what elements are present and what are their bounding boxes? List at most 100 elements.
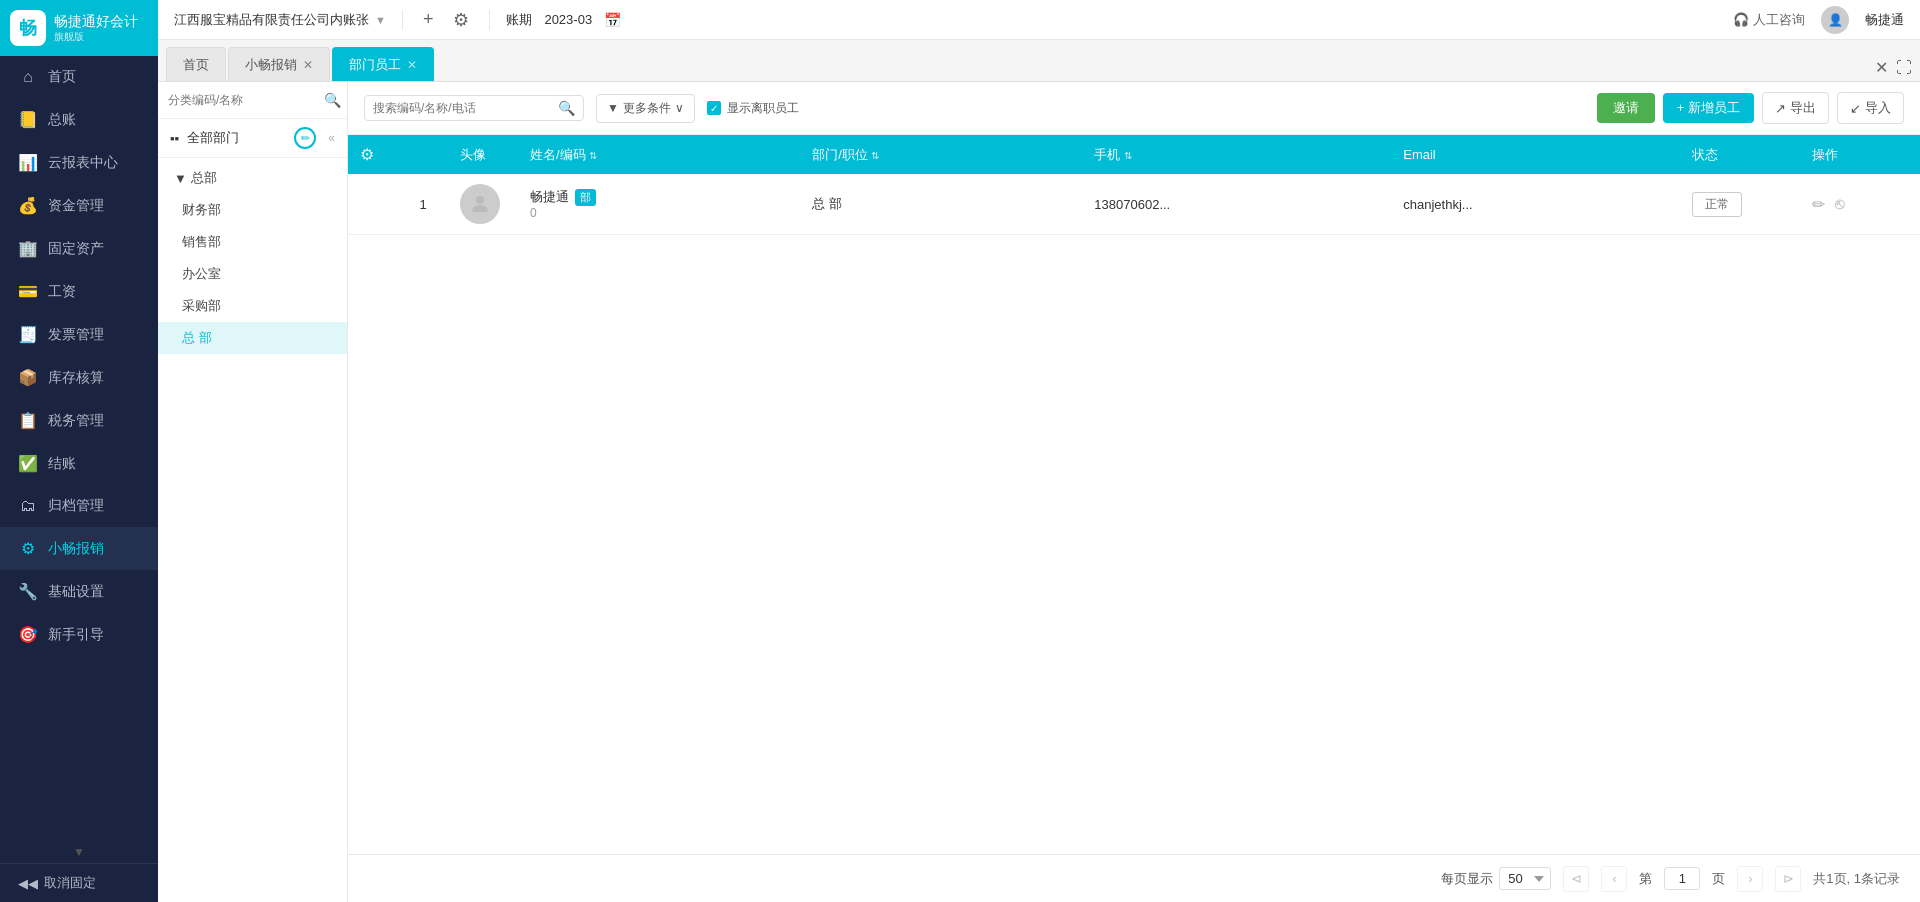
th-name[interactable]: 姓名/编码 ⇅ [518,135,800,174]
sidebar-item-capital[interactable]: 💰 资金管理 [0,184,158,227]
unpin-button[interactable]: ◀◀ 取消固定 [0,863,158,902]
sidebar-item-reports[interactable]: 📊 云报表中心 [0,141,158,184]
company-selector[interactable]: 江西服宝精品有限责任公司内账张 ▼ [174,11,386,29]
collapse-icon[interactable]: « [328,131,335,145]
export-label: 导出 [1790,99,1816,117]
sidebar-item-salary[interactable]: 💳 工资 [0,270,158,313]
dept-search-input[interactable] [168,93,318,107]
settings-button[interactable]: ⚙ [449,7,473,33]
import-icon: ↙ [1850,101,1861,116]
sidebar-item-label: 新手引导 [48,626,104,644]
th-gear: ⚙ [348,135,398,174]
sidebar-item-guide[interactable]: 🎯 新手引导 [0,613,158,656]
dept-edit-button[interactable]: ✏ [294,127,316,149]
sidebar-item-ledger[interactable]: 📒 总账 [0,98,158,141]
sidebar-item-label: 基础设置 [48,583,104,601]
more-conditions-button[interactable]: ▼ 更多条件 ∨ [596,94,695,123]
dept-tree-item-purchase[interactable]: 采购部 [158,290,347,322]
support-label: 人工咨询 [1753,11,1805,29]
dept-panel: 🔍 ▪▪ 全部部门 ✏ « ▼ 总部 财务部 销售部 办公室 采购部 总 部 [158,82,348,902]
logout-employee-button[interactable]: ⎋ [1835,195,1845,213]
close-all-button[interactable]: ✕ [1875,58,1888,77]
sidebar-logo: 畅 畅捷通好会计 旗舰版 [0,0,158,56]
page-prev-button[interactable]: ‹ [1601,866,1627,892]
column-settings-icon[interactable]: ⚙ [360,146,374,163]
td-index: 1 [398,174,448,235]
sort-icon: ⇅ [589,150,597,161]
per-page-select[interactable]: 50 10 20 100 [1499,867,1551,890]
show-resigned-wrap: ✓ 显示离职员工 [707,100,799,117]
sidebar: 畅 畅捷通好会计 旗舰版 ⌂ 首页 📒 总账 📊 云报表中心 💰 资金管理 🏢 … [0,0,158,902]
filter-bar: 🔍 ▼ 更多条件 ∨ ✓ 显示离职员工 邀请 + 新增员工 ↗ 导出 [348,82,1920,135]
show-resigned-checkbox[interactable]: ✓ [707,101,721,115]
employee-table-container: ⚙ 头像 姓名/编码 ⇅ 部门/职位 ⇅ [348,135,1920,854]
th-avatar: 头像 [448,135,518,174]
sidebar-item-assets[interactable]: 🏢 固定资产 [0,227,158,270]
edit-employee-button[interactable]: ✏ [1812,195,1825,214]
expense-icon: ⚙ [18,539,38,558]
dept-tree-parent-general[interactable]: ▼ 总部 [158,162,347,194]
tab-dept-employee[interactable]: 部门员工 ✕ [332,47,434,81]
table-row: 1 畅捷通 [348,174,1920,235]
logo-text-wrap: 畅捷通好会计 旗舰版 [54,12,138,44]
page-input[interactable] [1664,867,1700,890]
sidebar-item-invoice[interactable]: 🧾 发票管理 [0,313,158,356]
checkout-icon: ✅ [18,454,38,473]
tab-expense-close[interactable]: ✕ [303,58,313,72]
dept-search-icon[interactable]: 🔍 [324,92,341,108]
employee-search-icon[interactable]: 🔍 [558,100,575,116]
th-actions: 操作 [1800,135,1920,174]
dept-tree-item-general-dept[interactable]: 总 部 [158,322,347,354]
calendar-icon[interactable]: 📅 [604,12,621,28]
export-button[interactable]: ↗ 导出 [1762,92,1829,124]
tab-dept-employee-label: 部门员工 [349,56,401,74]
add-company-button[interactable]: + [419,7,438,32]
dept-tree-item-sales[interactable]: 销售部 [158,226,347,258]
add-employee-button[interactable]: + 新增员工 [1663,93,1754,123]
th-phone-label: 手机 [1094,147,1120,162]
employee-search-input[interactable] [373,101,552,115]
page-label: 第 [1639,870,1652,888]
expand-button[interactable]: ⛶ [1896,59,1912,77]
td-actions: ✏ ⎋ [1800,174,1920,235]
th-dept[interactable]: 部门/职位 ⇅ [800,135,1082,174]
employee-table: ⚙ 头像 姓名/编码 ⇅ 部门/职位 ⇅ [348,135,1920,235]
tab-home[interactable]: 首页 [166,47,226,81]
dept-tree-parent-label: 总部 [191,169,217,187]
username[interactable]: 畅捷通 [1865,11,1904,29]
unpin-icon: ◀◀ [18,876,38,891]
invite-button[interactable]: 邀请 [1597,93,1655,123]
sidebar-item-settings[interactable]: 🔧 基础设置 [0,570,158,613]
sidebar-item-label: 总账 [48,111,76,129]
page-last-button[interactable]: ⊳ [1775,866,1801,892]
sidebar-item-checkout[interactable]: ✅ 结账 [0,442,158,485]
tab-expense[interactable]: 小畅报销 ✕ [228,47,330,81]
th-phone[interactable]: 手机 ⇅ [1082,135,1391,174]
filter-bar-right: 邀请 + 新增员工 ↗ 导出 ↙ 导入 [1597,92,1904,124]
sidebar-item-inventory[interactable]: 📦 库存核算 [0,356,158,399]
scroll-indicator: ▼ [0,841,158,863]
dept-grid-icon: ▪▪ [170,131,179,146]
page-first-button[interactable]: ⊲ [1563,866,1589,892]
headset-icon: 🎧 [1733,12,1749,27]
logo-title: 畅捷通好会计 [54,12,138,30]
sidebar-item-label: 工资 [48,283,76,301]
sidebar-item-archive[interactable]: 🗂 归档管理 [0,485,158,527]
page-next-button[interactable]: › [1737,866,1763,892]
td-avatar [448,174,518,235]
filter-icon: ▼ [607,101,619,115]
dept-tree-item-finance[interactable]: 财务部 [158,194,347,226]
support-link[interactable]: 🎧 人工咨询 [1733,11,1805,29]
import-button[interactable]: ↙ 导入 [1837,92,1904,124]
more-conditions-label: 更多条件 [623,100,671,117]
sidebar-item-tax[interactable]: 📋 税务管理 [0,399,158,442]
import-label: 导入 [1865,99,1891,117]
avatar [460,184,500,224]
tab-bar: 首页 小畅报销 ✕ 部门员工 ✕ ✕ ⛶ [158,40,1920,82]
tab-dept-employee-close[interactable]: ✕ [407,58,417,72]
sidebar-item-expense[interactable]: ⚙ 小畅报销 [0,527,158,570]
svg-point-0 [476,196,484,204]
sidebar-item-home[interactable]: ⌂ 首页 [0,56,158,98]
th-email: Email [1391,135,1680,174]
dept-tree-item-office[interactable]: 办公室 [158,258,347,290]
